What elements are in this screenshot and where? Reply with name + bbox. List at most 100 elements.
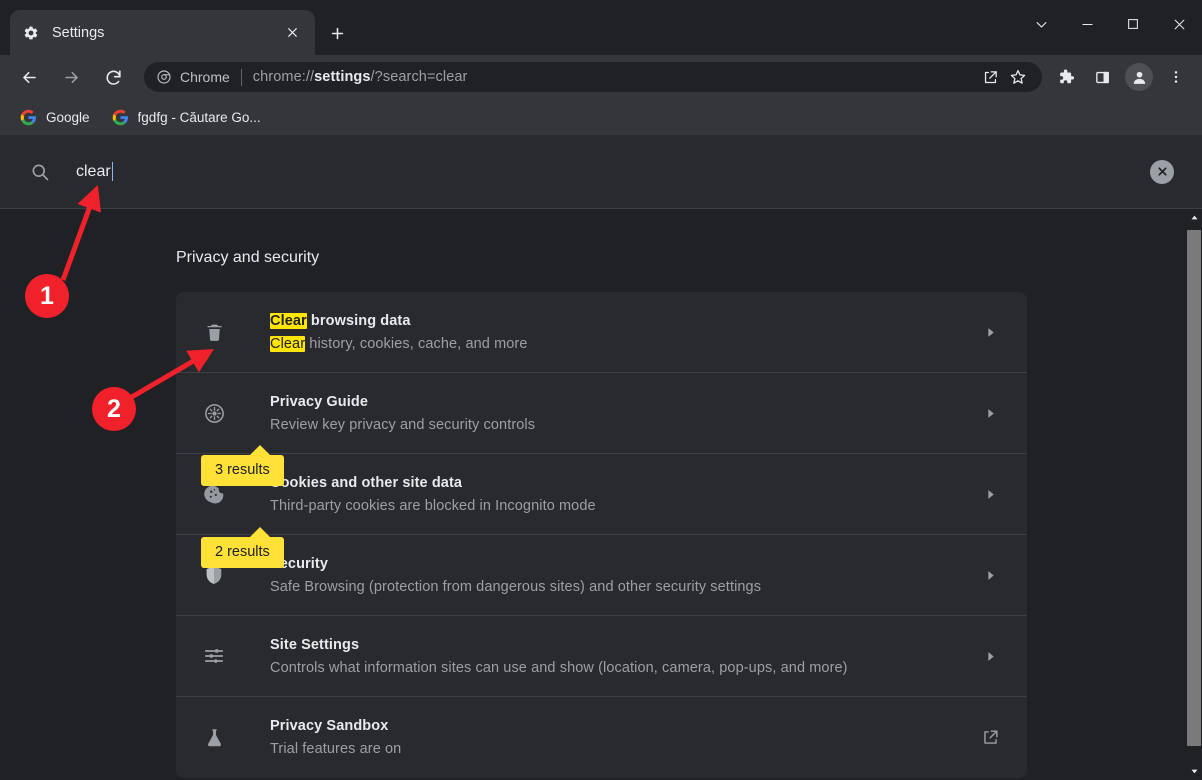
- window-controls: [1018, 0, 1202, 48]
- row-title: Cookies and other site data: [270, 475, 977, 491]
- google-g-icon: [20, 109, 37, 126]
- row-subtitle: Third-party cookies are blocked in Incog…: [270, 498, 977, 514]
- gear-icon: [22, 24, 40, 42]
- bookmark-label: fgdfg - Căutare Go...: [138, 110, 261, 125]
- row-subtitle: Safe Browsing (protection from dangerous…: [270, 579, 977, 595]
- cookie-icon: [202, 483, 226, 505]
- row-title: Site Settings: [270, 637, 977, 653]
- forward-button[interactable]: [54, 60, 88, 94]
- bookmark-label: Google: [46, 110, 90, 125]
- row-title-rest: Site Settings: [270, 637, 359, 653]
- row-subtitle: Controls what information sites can use …: [270, 660, 977, 676]
- tab-search-button[interactable]: [1018, 0, 1064, 48]
- row-text: Site Settings Controls what information …: [270, 637, 977, 676]
- bookmark-item-fgdfg[interactable]: fgdfg - Căutare Go...: [104, 104, 269, 131]
- side-panel-icon[interactable]: [1087, 62, 1117, 92]
- settings-search-bar: clear: [0, 135, 1202, 209]
- vertical-scrollbar[interactable]: [1186, 209, 1202, 780]
- url-suffix: /?search=clear: [371, 69, 468, 85]
- row-title: Security: [270, 556, 977, 572]
- search-results-card: Clear browsing data Clear history, cooki…: [176, 292, 1027, 778]
- search-input-value: clear: [76, 163, 111, 181]
- row-title-rest: Security: [270, 556, 328, 572]
- shield-icon: [202, 564, 226, 586]
- row-title-rest: browsing data: [307, 313, 411, 329]
- row-title-rest: Privacy Sandbox: [270, 718, 388, 734]
- row-title: Privacy Guide: [270, 394, 977, 410]
- section-title: Privacy and security: [176, 249, 319, 267]
- chrome-chip-label: Chrome: [180, 69, 230, 85]
- flask-icon: [202, 727, 226, 748]
- settings-content: Privacy and security Clear browsing data…: [0, 209, 1186, 780]
- row-text: Cookies and other site data Third-party …: [270, 475, 977, 514]
- clear-browsing-data-row[interactable]: Clear browsing data Clear history, cooki…: [176, 292, 1027, 373]
- address-bar-url: chrome://settings/?search=clear: [253, 69, 468, 85]
- tune-icon: [202, 645, 226, 667]
- profile-avatar[interactable]: [1125, 63, 1153, 91]
- row-text: Security Safe Browsing (protection from …: [270, 556, 977, 595]
- browser-toolbar: Chrome chrome://settings/?search=clear: [0, 55, 1202, 99]
- tab-title: Settings: [52, 25, 281, 41]
- address-bar[interactable]: Chrome chrome://settings/?search=clear: [144, 62, 1042, 92]
- bookmark-item-google[interactable]: Google: [12, 104, 98, 131]
- chrome-chip: Chrome: [156, 69, 230, 85]
- highlight-match: Clear: [270, 336, 305, 352]
- bookmarks-bar: Google fgdfg - Căutare Go...: [0, 99, 1202, 135]
- url-bold: settings: [314, 69, 370, 85]
- scroll-up-button[interactable]: [1186, 209, 1202, 226]
- omnibox-separator: [241, 69, 242, 86]
- row-subtitle-rest: Controls what information sites can use …: [270, 660, 848, 676]
- chevron-right-icon[interactable]: [977, 407, 1003, 420]
- row-subtitle: Review key privacy and security controls: [270, 417, 977, 433]
- row-subtitle-rest: history, cookies, cache, and more: [305, 336, 527, 352]
- cookies-row[interactable]: Cookies and other site data Third-party …: [176, 454, 1027, 535]
- chevron-right-icon[interactable]: [977, 650, 1003, 663]
- extensions-icon[interactable]: [1051, 62, 1081, 92]
- new-tab-button[interactable]: [322, 18, 352, 48]
- text-caret: [112, 162, 114, 181]
- url-prefix: chrome://: [253, 69, 314, 85]
- row-subtitle: Clear history, cookies, cache, and more: [270, 336, 977, 352]
- privacy-sandbox-row[interactable]: Privacy Sandbox Trial features are on: [176, 697, 1027, 778]
- row-text: Privacy Guide Review key privacy and sec…: [270, 394, 977, 433]
- row-subtitle-rest: Review key privacy and security controls: [270, 417, 535, 433]
- trash-icon: [202, 322, 226, 343]
- close-window-button[interactable]: [1156, 0, 1202, 48]
- row-title-rest: Privacy Guide: [270, 394, 368, 410]
- security-row[interactable]: Security Safe Browsing (protection from …: [176, 535, 1027, 616]
- maximize-button[interactable]: [1110, 0, 1156, 48]
- tab-strip: Settings: [0, 0, 1202, 55]
- search-input[interactable]: clear: [76, 162, 1150, 181]
- row-subtitle-rest: Safe Browsing (protection from dangerous…: [270, 579, 761, 595]
- scrollbar-track[interactable]: [1186, 226, 1202, 763]
- row-title: Clear browsing data: [270, 313, 977, 329]
- row-title: Privacy Sandbox: [270, 718, 977, 734]
- browser-tab-settings[interactable]: Settings: [10, 10, 315, 55]
- highlight-match: Clear: [270, 313, 307, 329]
- row-subtitle-rest: Trial features are on: [270, 741, 401, 757]
- minimize-button[interactable]: [1064, 0, 1110, 48]
- bookmark-star-icon[interactable]: [1004, 63, 1032, 91]
- privacy-guide-row[interactable]: Privacy Guide Review key privacy and sec…: [176, 373, 1027, 454]
- chevron-right-icon[interactable]: [977, 326, 1003, 339]
- close-tab-button[interactable]: [281, 22, 303, 44]
- scroll-down-button[interactable]: [1186, 763, 1202, 780]
- row-subtitle: Trial features are on: [270, 741, 977, 757]
- row-text: Clear browsing data Clear history, cooki…: [270, 313, 977, 352]
- row-text: Privacy Sandbox Trial features are on: [270, 718, 977, 757]
- site-settings-row[interactable]: Site Settings Controls what information …: [176, 616, 1027, 697]
- search-icon: [30, 162, 50, 182]
- chevron-right-icon[interactable]: [977, 569, 1003, 582]
- reload-button[interactable]: [96, 60, 130, 94]
- clear-search-button[interactable]: [1150, 160, 1174, 184]
- back-button[interactable]: [12, 60, 46, 94]
- omnibox-actions: [976, 63, 1032, 91]
- google-g-icon: [112, 109, 129, 126]
- external-link-icon[interactable]: [977, 728, 1003, 747]
- row-title-rest: Cookies and other site data: [270, 475, 462, 491]
- share-icon[interactable]: [976, 63, 1004, 91]
- chrome-menu-icon[interactable]: [1161, 62, 1191, 92]
- row-subtitle-rest: Third-party cookies are blocked in Incog…: [270, 498, 596, 514]
- scrollbar-thumb[interactable]: [1187, 230, 1201, 746]
- chevron-right-icon[interactable]: [977, 488, 1003, 501]
